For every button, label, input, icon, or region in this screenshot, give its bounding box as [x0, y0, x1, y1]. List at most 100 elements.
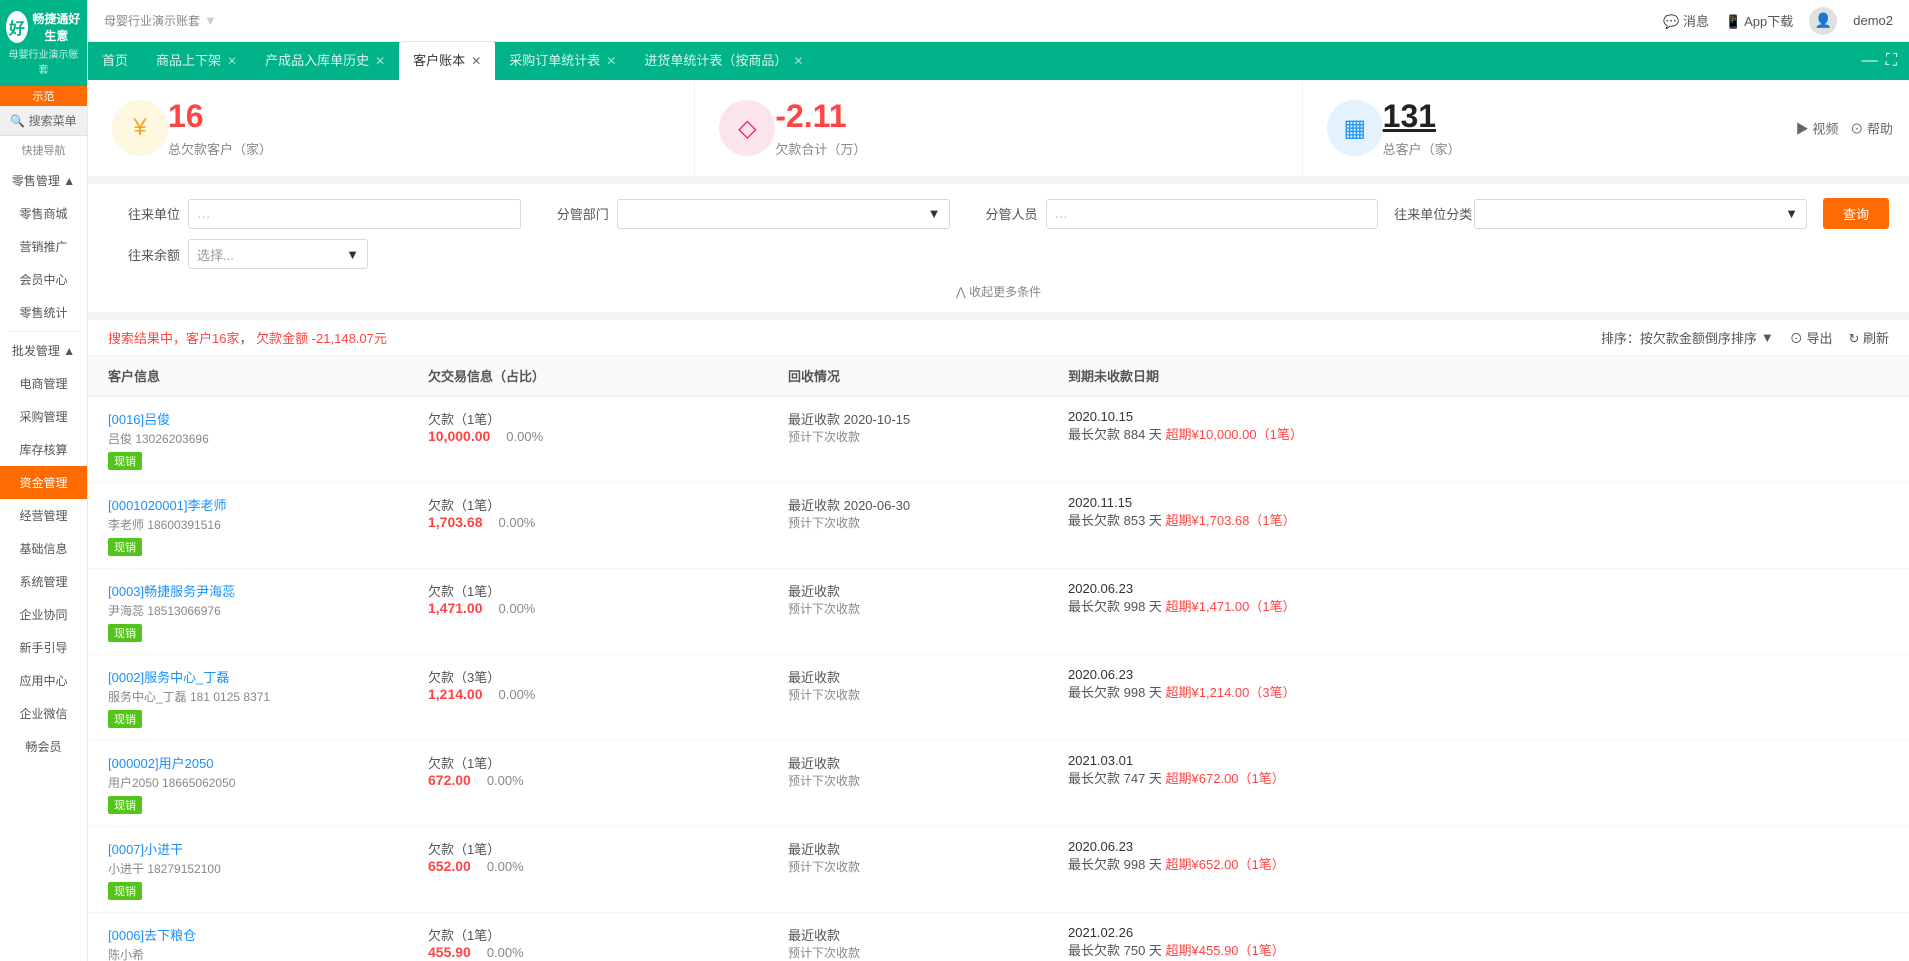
tab-close-product-history[interactable]: ✕	[375, 42, 385, 80]
result-actions: 排序：按欠款金额倒序排序 ▼ ⊙ 导出 ↻ 刷新	[1601, 328, 1889, 347]
table-row: [0007]小进干 小进干 18279152100 现销 欠款（1笔） 652.…	[88, 827, 1909, 913]
filter-dept: 分管部门 ▼	[537, 199, 950, 229]
customer-name[interactable]: [0007]小进干	[108, 839, 428, 858]
due-date-cell: 2020.06.23 最长欠款 998 天 超期¥1,471.00（1笔）	[1068, 581, 1889, 615]
tab-close-import-stat[interactable]: ✕	[793, 42, 803, 80]
overdue-link[interactable]: 超期¥1,214.00（3笔）	[1166, 685, 1296, 700]
sidebar-logo: 好 畅捷通好生意 母婴行业演示账套	[0, 0, 87, 86]
overdue-link[interactable]: 超期¥1,703.68（1笔）	[1166, 513, 1296, 528]
sidebar-item-app-center[interactable]: 应用中心	[0, 664, 87, 697]
customer-phone: 吕俊 13026203696	[108, 430, 428, 447]
app-download-btn[interactable]: 📱 App下载	[1725, 11, 1793, 30]
stat-total-customers-info: 131 总客户（家）	[1383, 98, 1461, 158]
col-recover: 回收情况	[788, 366, 1068, 385]
customer-name[interactable]: [0003]畅捷服务尹海蕊	[108, 581, 428, 600]
sidebar-item-capital[interactable]: 资金管理	[0, 466, 87, 499]
sidebar-item-ecom-mgmt[interactable]: 电商管理	[0, 367, 87, 400]
export-btn[interactable]: ⊙ 导出	[1790, 328, 1833, 347]
tab-product-history[interactable]: 产成品入库单历史 ✕	[251, 42, 399, 80]
filter-source-unit-input[interactable]: ...	[188, 199, 521, 229]
quick-nav[interactable]: 快捷导航	[0, 136, 87, 164]
debt-info-cell: 欠款（1笔） 652.00 0.00%	[428, 839, 788, 874]
customer-phone: 陈小希	[108, 946, 428, 961]
customer-tag: 现销	[108, 538, 142, 556]
collapse-btn[interactable]: ⋀ 收起更多条件	[108, 279, 1889, 304]
filter-row-1: 往来单位 ... 分管部门 ▼ 分管人员 ...	[108, 198, 1889, 229]
overdue-link[interactable]: 超期¥652.00（1笔）	[1166, 857, 1285, 872]
overdue-link[interactable]: 超期¥672.00（1笔）	[1166, 771, 1285, 786]
sidebar-item-sys-mgmt[interactable]: 系统管理	[0, 565, 87, 598]
tab-close-customer-account[interactable]: ✕	[471, 42, 481, 80]
customer-name[interactable]: [0001020001]李老师	[108, 495, 428, 514]
result-info: 搜索结果中，客户16家， 欠款金额 -21,148.07元	[108, 328, 387, 347]
overdue-link[interactable]: 超期¥1,471.00（1笔）	[1166, 599, 1296, 614]
customer-phone: 用户2050 18665062050	[108, 774, 428, 791]
tab-import-stat[interactable]: 进货单统计表（按商品） ✕	[630, 42, 817, 80]
tab-maximize-icon[interactable]: ⛶	[1886, 52, 1897, 70]
debt-cell: 672.00 0.00%	[428, 772, 788, 788]
col-debt-info: 欠交易信息（占比）	[428, 366, 788, 385]
tab-minimize-icon[interactable]: —	[1862, 52, 1878, 70]
recover-cell: 最近收款 预计下次收款	[788, 667, 1068, 703]
filter-unit-category-select[interactable]: ▼	[1474, 199, 1807, 229]
customer-name[interactable]: [0016]吕俊	[108, 409, 428, 428]
brand-name: 畅捷通好生意	[32, 10, 81, 44]
sidebar-item-ops[interactable]: 经营管理	[0, 499, 87, 532]
sidebar-item-corp-wechat[interactable]: 企业微信	[0, 697, 87, 730]
sidebar-item-marketing[interactable]: 营销推广	[0, 230, 87, 263]
sidebar-item-newbie[interactable]: 新手引导	[0, 631, 87, 664]
customer-name[interactable]: [000002]用户2050	[108, 753, 428, 772]
filter-balance-select[interactable]: 选择... ▼	[188, 239, 368, 269]
tab-product-off[interactable]: 商品上下架 ✕	[142, 42, 251, 80]
sidebar-item-member[interactable]: 会员中心	[0, 263, 87, 296]
help-btn[interactable]: ⊙ 帮助	[1850, 119, 1893, 138]
debt-cell: 455.90 0.00%	[428, 944, 788, 960]
sort-control[interactable]: 排序：按欠款金额倒序排序 ▼	[1601, 328, 1774, 347]
total-customers-label: 总客户（家）	[1383, 139, 1461, 158]
filter-dept-select[interactable]: ▼	[617, 199, 950, 229]
customer-name[interactable]: [0002]服务中心_丁磊	[108, 667, 428, 686]
table-row: [0006]去下粮仓 陈小希 现销 欠款（1笔） 455.90 0.00% 最近…	[88, 913, 1909, 961]
export-icon: ⊙	[1790, 331, 1803, 346]
tab-customer-account[interactable]: 客户账本 ✕	[399, 42, 495, 80]
result-bar: 搜索结果中，客户16家， 欠款金额 -21,148.07元 排序：按欠款金额倒序…	[88, 320, 1909, 356]
search-button[interactable]: 查询	[1823, 198, 1889, 229]
sidebar-item-retail-stat[interactable]: 零售统计	[0, 296, 87, 329]
tab-close-purchase-order[interactable]: ✕	[606, 42, 616, 80]
customer-phone: 服务中心_丁磊 181 0125 8371	[108, 688, 428, 705]
video-btn[interactable]: ▶ 视频	[1796, 119, 1839, 138]
sidebar-item-retail-store[interactable]: 零售商城	[0, 197, 87, 230]
debt-cell: 10,000.00 0.00%	[428, 428, 788, 444]
sidebar-item-purchase-mgmt[interactable]: 采购管理	[0, 400, 87, 433]
debt-info-cell: 欠款（1笔） 672.00 0.00%	[428, 753, 788, 788]
chevron-down-icon-3: ▼	[346, 247, 359, 262]
debt-info-cell: 欠款（1笔） 455.90 0.00%	[428, 925, 788, 960]
tab-close-product-off[interactable]: ✕	[227, 42, 237, 80]
stat-debt-customers: ¥ 16 总欠款客户（家）	[88, 80, 695, 176]
sidebar-item-retail-mgmt[interactable]: 零售管理 ▲	[0, 164, 87, 197]
collapse-icon: ⋀	[956, 285, 966, 299]
sort-chevron-icon: ▼	[1761, 330, 1774, 345]
overdue-link[interactable]: 超期¥455.90（1笔）	[1166, 943, 1285, 958]
sidebar-item-vip[interactable]: 畅会员	[0, 730, 87, 763]
filter-source-unit: 往来单位 ...	[108, 199, 521, 229]
sidebar-item-base-info[interactable]: 基础信息	[0, 532, 87, 565]
search-icon: 🔍	[10, 114, 25, 128]
sidebar-item-inventory[interactable]: 库存核算	[0, 433, 87, 466]
search-menu[interactable]: 🔍 搜索菜单	[0, 106, 87, 136]
stat-total-customers: ▦ 131 总客户（家） ▶ 视频 ⊙ 帮助	[1303, 80, 1909, 176]
overdue-link[interactable]: 超期¥10,000.00（1笔）	[1166, 427, 1303, 442]
filter-person-input[interactable]: ...	[1046, 199, 1379, 229]
sidebar-item-batch-mgmt[interactable]: 批发管理 ▲	[0, 334, 87, 367]
debt-amount-icon: ◇	[719, 100, 775, 156]
message-btn[interactable]: 💬 消息	[1663, 11, 1709, 30]
tabs-actions: — ⛶	[1862, 52, 1909, 70]
filter-person-label: 分管人员	[966, 204, 1038, 223]
tab-purchase-order[interactable]: 采购订单统计表 ✕	[495, 42, 630, 80]
divider	[8, 331, 79, 332]
customer-name[interactable]: [0006]去下粮仓	[108, 925, 428, 944]
content-area: ¥ 16 总欠款客户（家） ◇ -2.11 欠款合计（万） ▦ 131 总客户（…	[88, 80, 1909, 961]
refresh-btn[interactable]: ↻ 刷新	[1848, 328, 1889, 347]
sidebar-item-corp-collab[interactable]: 企业协同	[0, 598, 87, 631]
tab-home[interactable]: 首页	[88, 42, 142, 80]
